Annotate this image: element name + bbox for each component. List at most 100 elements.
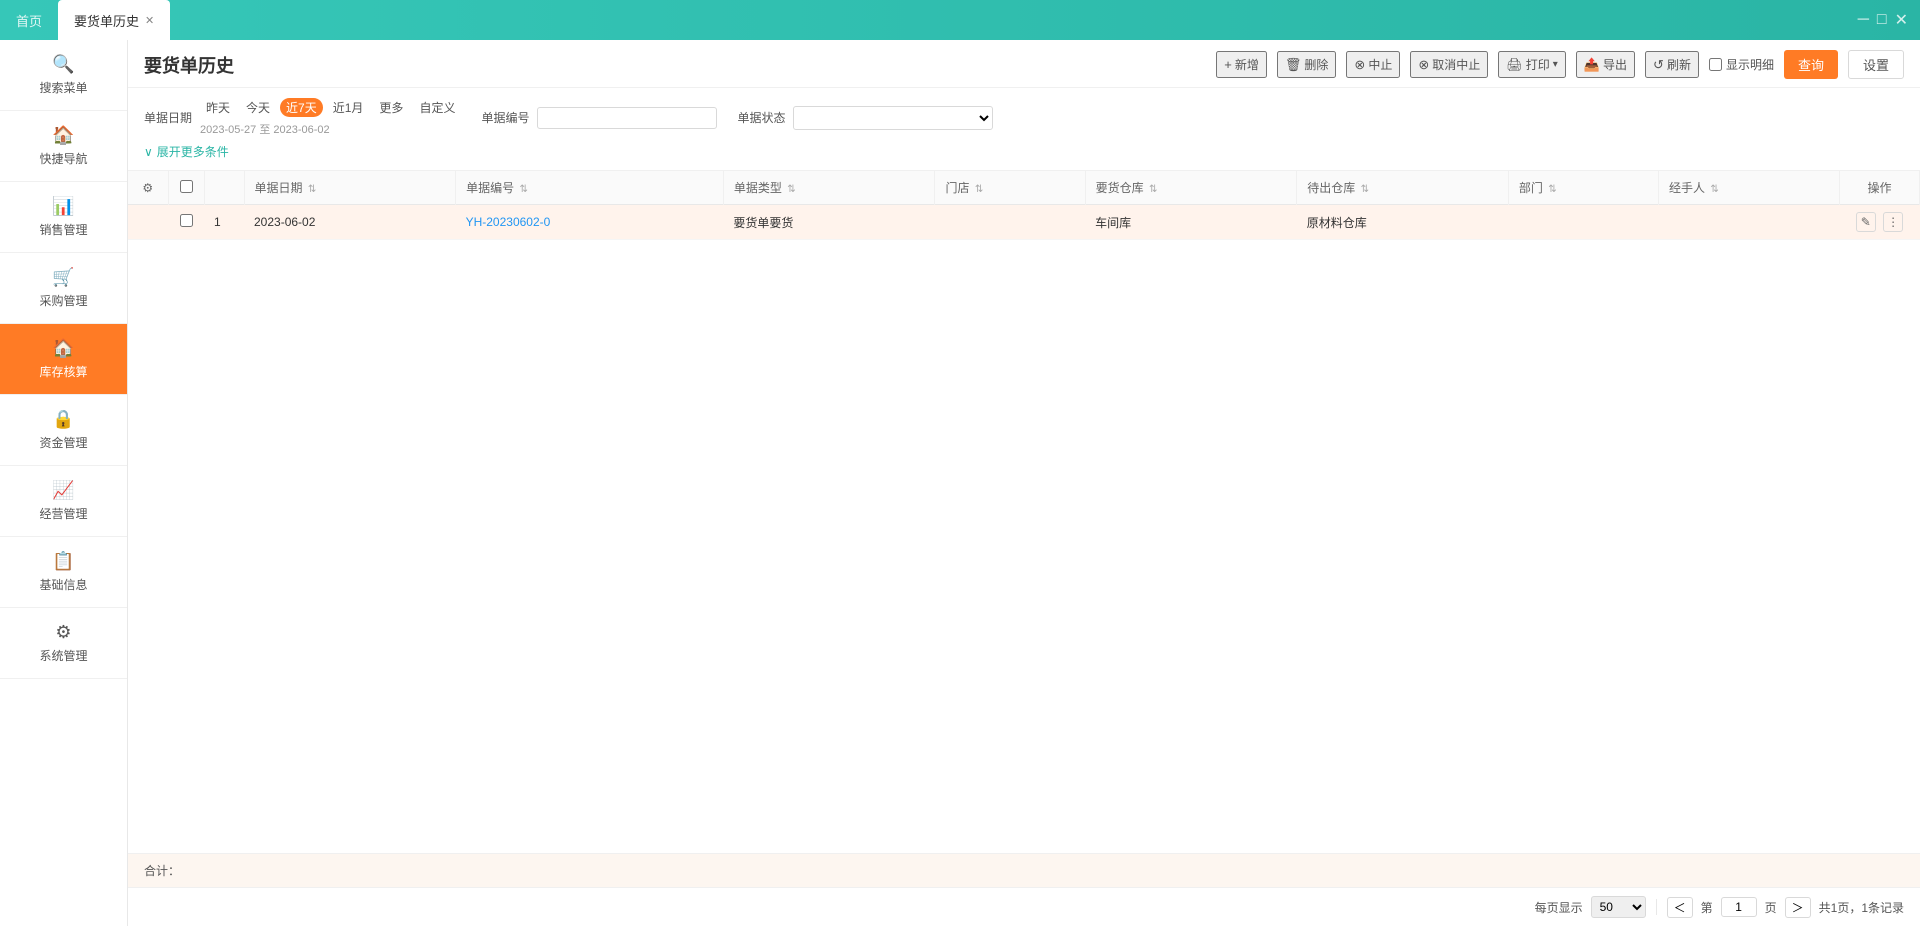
- sidebar-item-search-menu-label: 搜索菜单: [39, 79, 87, 96]
- table-container: ⚙ 单据日期 ⇅ 单据编号 ⇅: [128, 171, 1920, 853]
- cancel-stop-icon: ⊗: [1418, 57, 1429, 73]
- main-layout: 🔍 搜索菜单 🏠 快捷导航 📊 销售管理 🛒 采购管理 🏠 库存核算 🔒 资金管…: [0, 40, 1920, 926]
- maximize-icon[interactable]: □: [1877, 11, 1887, 29]
- filter-row: 单据日期 昨天 今天 近7天 近1月 更多 自定义 2023-05-27 至 2…: [144, 98, 1904, 137]
- refresh-button[interactable]: ↺ 刷新: [1645, 51, 1699, 78]
- th-bill-type[interactable]: 单据类型 ⇅: [723, 171, 935, 205]
- sidebar-item-quick-nav[interactable]: 🏠 快捷导航: [0, 111, 127, 182]
- th-dept[interactable]: 部门 ⇅: [1508, 171, 1658, 205]
- sort-bill-type-icon: ⇅: [787, 184, 795, 195]
- th-handler[interactable]: 经手人 ⇅: [1659, 171, 1840, 205]
- row-more-icon[interactable]: ⋮: [1883, 212, 1903, 232]
- stop-button[interactable]: ⊗ 中止: [1346, 51, 1400, 78]
- print-label: 打印: [1526, 56, 1550, 73]
- page-number-input[interactable]: [1721, 897, 1757, 917]
- sidebar-item-purchase[interactable]: 🛒 采购管理: [0, 253, 127, 324]
- add-button[interactable]: + 新增: [1216, 51, 1267, 78]
- date-btn-yesterday[interactable]: 昨天: [200, 98, 236, 117]
- date-filter-group: 单据日期 昨天 今天 近7天 近1月 更多 自定义 2023-05-27 至 2…: [144, 98, 461, 137]
- display-detail-toggle[interactable]: 显示明细: [1709, 56, 1774, 73]
- tab-close-icon[interactable]: ✕: [145, 14, 154, 27]
- prev-page-btn[interactable]: ＜: [1667, 897, 1693, 918]
- bill-no-input[interactable]: [537, 107, 717, 129]
- query-button[interactable]: 查询: [1784, 50, 1838, 79]
- display-detail-checkbox[interactable]: [1709, 58, 1722, 71]
- search-menu-icon: 🔍: [52, 54, 74, 75]
- delete-button[interactable]: 🗑 删除: [1277, 51, 1337, 78]
- sys-icon: ⚙: [55, 622, 71, 643]
- select-all-checkbox[interactable]: [180, 180, 193, 193]
- tab-home[interactable]: 首页: [0, 0, 58, 40]
- sidebar-item-finance[interactable]: 🔒 资金管理: [0, 395, 127, 466]
- bill-no-link[interactable]: YH-20230602-0: [466, 215, 551, 229]
- stop-label: 中止: [1368, 56, 1392, 73]
- quick-nav-icon: 🏠: [52, 125, 74, 146]
- next-page-btn[interactable]: ＞: [1785, 897, 1811, 918]
- bill-no-filter-group: 单据编号: [481, 107, 717, 129]
- cancel-stop-button[interactable]: ⊗ 取消中止: [1410, 51, 1488, 78]
- delete-icon: 🗑: [1285, 57, 1302, 73]
- table-body: 1 2023-06-02 YH-20230602-0 要货单要货 车间库 原材料…: [128, 205, 1920, 240]
- export-label: 导出: [1603, 56, 1627, 73]
- sidebar-item-basic-info-label: 基础信息: [39, 576, 87, 593]
- expand-more-label: 展开更多条件: [157, 143, 229, 160]
- th-bill-no-label: 单据编号: [466, 181, 514, 195]
- row-checkbox[interactable]: [180, 214, 193, 227]
- td-bill-type: 要货单要货: [723, 205, 935, 240]
- th-req-warehouse[interactable]: 要货仓库 ⇅: [1085, 171, 1297, 205]
- ops-icon: 📈: [52, 480, 74, 501]
- sidebar-item-sales[interactable]: 📊 销售管理: [0, 182, 127, 253]
- status-filter-group: 单据状态: [737, 106, 993, 130]
- th-row-no: [204, 171, 244, 205]
- pagination-bar: 每页显示 10 20 50 100 200 ＜ 第 页 ＞ 共1页，1条记录: [128, 887, 1920, 926]
- print-icon: 🖨: [1506, 57, 1523, 73]
- sidebar-item-search-menu[interactable]: 🔍 搜索菜单: [0, 40, 127, 111]
- sidebar-item-ops[interactable]: 📈 经营管理: [0, 466, 127, 537]
- export-icon: 📤: [1584, 57, 1600, 73]
- date-btn-7days[interactable]: 近7天: [280, 98, 323, 117]
- tab-list: 首页 要货单历史 ✕: [0, 0, 1858, 40]
- date-btn-1month[interactable]: 近1月: [327, 98, 370, 117]
- refresh-icon: ↺: [1653, 57, 1664, 73]
- td-pending-warehouse: 原材料仓库: [1297, 205, 1509, 240]
- minimize-icon[interactable]: ─: [1858, 11, 1869, 29]
- td-store: [935, 205, 1085, 240]
- close-icon[interactable]: ✕: [1895, 10, 1908, 30]
- date-btn-custom[interactable]: 自定义: [413, 98, 461, 117]
- page-size-select[interactable]: 10 20 50 100 200: [1591, 896, 1646, 918]
- sort-store-icon: ⇅: [975, 184, 983, 195]
- sidebar-item-inventory[interactable]: 🏠 库存核算: [0, 324, 127, 395]
- print-arrow-icon: ▾: [1553, 59, 1558, 70]
- print-button[interactable]: 🖨 打印 ▾: [1498, 51, 1566, 78]
- date-btn-today[interactable]: 今天: [240, 98, 276, 117]
- expand-more-btn[interactable]: ∨ 展开更多条件: [144, 143, 1904, 160]
- column-settings-icon[interactable]: ⚙: [142, 181, 153, 195]
- th-checkbox: [168, 171, 204, 205]
- th-pending-warehouse[interactable]: 待出仓库 ⇅: [1297, 171, 1509, 205]
- export-button[interactable]: 📤 导出: [1576, 51, 1635, 78]
- settings-button[interactable]: 设置: [1848, 50, 1904, 79]
- th-store[interactable]: 门店 ⇅: [935, 171, 1085, 205]
- cancel-stop-label: 取消中止: [1432, 56, 1480, 73]
- purchase-icon: 🛒: [52, 267, 74, 288]
- header-actions: + 新增 🗑 删除 ⊗ 中止 ⊗ 取消中止 🖨 打印: [1216, 50, 1904, 79]
- status-select[interactable]: [793, 106, 993, 130]
- th-bill-no[interactable]: 单据编号 ⇅: [456, 171, 724, 205]
- date-btn-more[interactable]: 更多: [373, 98, 409, 117]
- inventory-icon: 🏠: [52, 338, 74, 359]
- sidebar-item-inventory-label: 库存核算: [39, 363, 87, 380]
- th-bill-date[interactable]: 单据日期 ⇅: [244, 171, 456, 205]
- refresh-label: 刷新: [1667, 56, 1691, 73]
- page-header: 要货单历史 + 新增 🗑 删除 ⊗ 中止 ⊗ 取消中止: [128, 40, 1920, 88]
- sidebar-item-finance-label: 资金管理: [39, 434, 87, 451]
- bill-no-filter-label: 单据编号: [481, 109, 529, 126]
- sort-handler-icon: ⇅: [1710, 184, 1718, 195]
- th-store-label: 门店: [945, 181, 969, 195]
- status-filter-label: 单据状态: [737, 109, 785, 126]
- row-edit-icon[interactable]: ✎: [1856, 212, 1876, 232]
- sidebar-item-basic-info[interactable]: 📋 基础信息: [0, 537, 127, 608]
- tab-bill-history[interactable]: 要货单历史 ✕: [58, 0, 170, 40]
- td-checkbox: [168, 205, 204, 240]
- table-footer-sum: 合计：: [128, 853, 1920, 887]
- sidebar-item-sys[interactable]: ⚙ 系统管理: [0, 608, 127, 679]
